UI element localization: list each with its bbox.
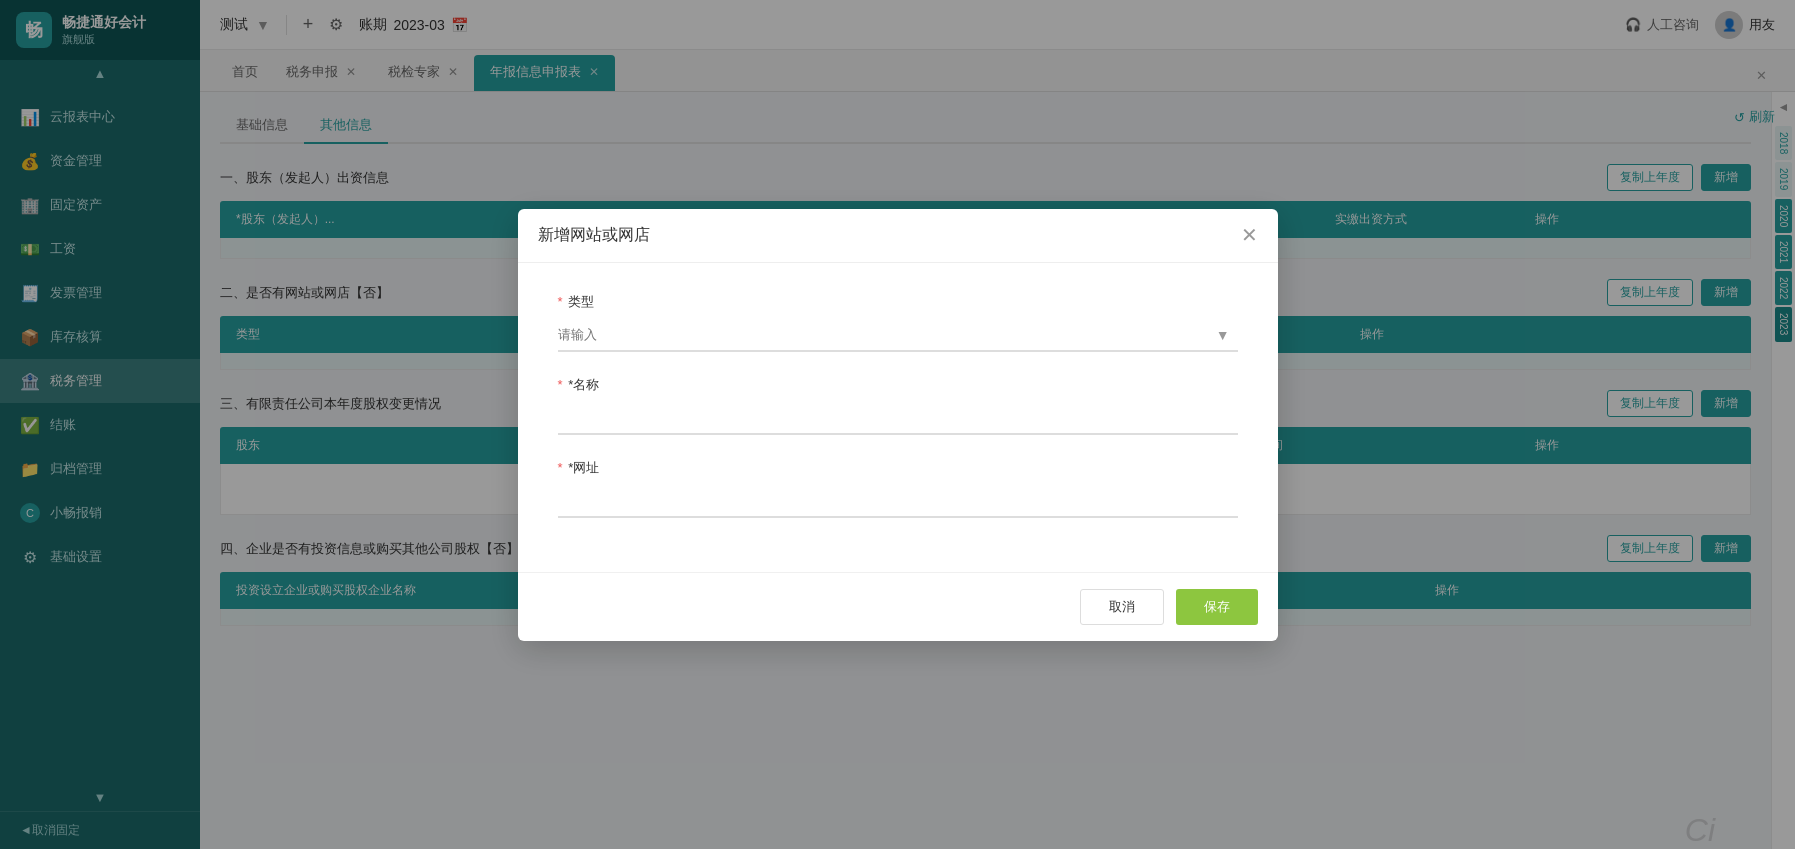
save-button[interactable]: 保存 — [1176, 589, 1258, 625]
form-field-name: * *名称 — [558, 376, 1238, 435]
url-required-mark: * — [558, 460, 563, 475]
modal-header: 新增网站或网店 ✕ — [518, 209, 1278, 263]
name-required-mark: * — [558, 377, 563, 392]
type-input-wrapper: ▼ — [558, 319, 1238, 351]
type-required-mark: * — [558, 294, 563, 309]
modal-title: 新增网站或网店 — [538, 225, 650, 246]
name-input[interactable] — [558, 402, 1238, 434]
type-dropdown-icon[interactable]: ▼ — [1216, 327, 1230, 343]
modal-body: * 类型 ▼ * *名称 * *网址 — [518, 263, 1278, 572]
name-label: *名称 — [568, 377, 599, 392]
url-label: *网址 — [568, 460, 599, 475]
modal-overlay[interactable]: 新增网站或网店 ✕ * 类型 ▼ * *名称 — [0, 0, 1795, 849]
type-input[interactable] — [558, 319, 1238, 351]
name-input-wrapper — [558, 402, 1238, 434]
modal-footer: 取消 保存 — [518, 572, 1278, 641]
add-website-modal: 新增网站或网店 ✕ * 类型 ▼ * *名称 — [518, 209, 1278, 641]
url-input[interactable] — [558, 485, 1238, 517]
type-label: 类型 — [568, 294, 594, 309]
url-input-wrapper — [558, 485, 1238, 517]
cancel-button[interactable]: 取消 — [1080, 589, 1164, 625]
form-field-url: * *网址 — [558, 459, 1238, 518]
modal-close-button[interactable]: ✕ — [1241, 225, 1258, 245]
form-field-type: * 类型 ▼ — [558, 293, 1238, 352]
